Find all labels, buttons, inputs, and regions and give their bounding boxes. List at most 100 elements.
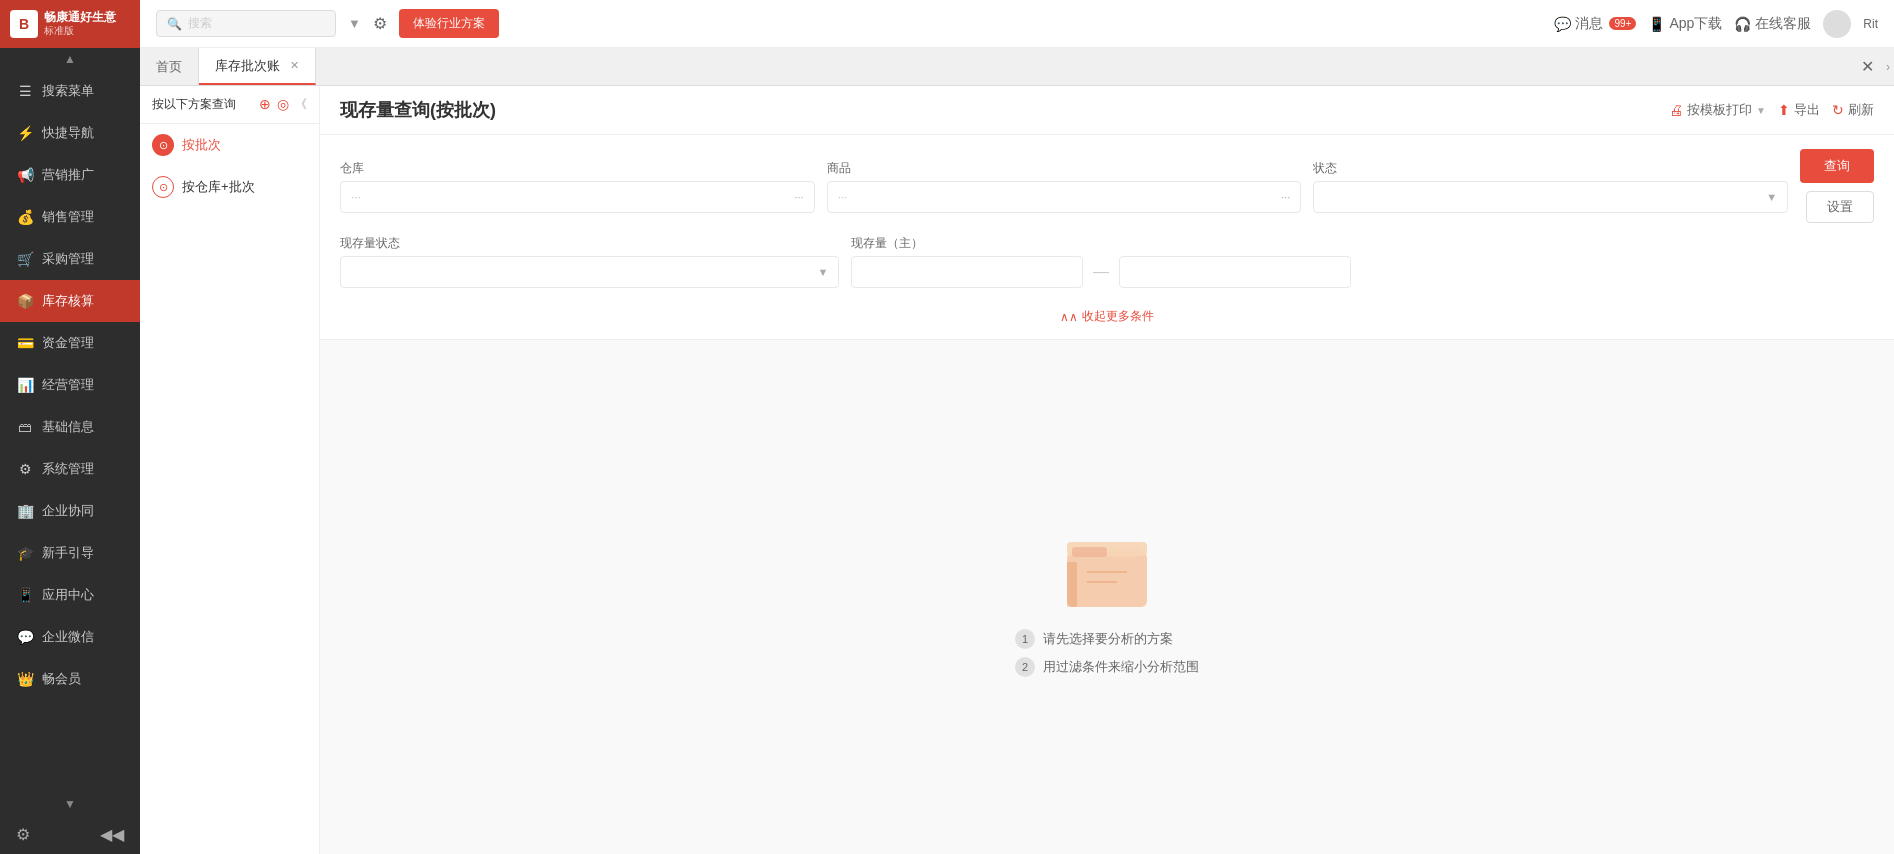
newbie-icon: 🎓 — [16, 545, 34, 561]
topbar-search-box[interactable]: 🔍 搜索 — [156, 10, 336, 37]
tab-inventory-batch[interactable]: 库存批次账 ✕ — [199, 48, 316, 85]
export-btn[interactable]: ⬆ 导出 — [1778, 101, 1820, 119]
query-button[interactable]: 查询 — [1800, 149, 1874, 183]
empty-state-svg — [1047, 517, 1167, 617]
scheme-batch-label: 按批次 — [182, 136, 221, 154]
inventory-status-select[interactable]: ▼ — [340, 256, 839, 288]
sidebar-item-apps[interactable]: 📱 应用中心 — [0, 574, 140, 616]
scheme-item-batch[interactable]: ⊙ 按批次 — [140, 124, 319, 166]
warehouse-more-icon[interactable]: ··· — [795, 191, 804, 203]
collapse-sidebar-icon[interactable]: ◀◀ — [100, 825, 124, 844]
topbar-dropdown-icon[interactable]: ▼ — [348, 16, 361, 31]
sidebar-item-label: 系统管理 — [42, 460, 94, 478]
print-dropdown-icon[interactable]: ▼ — [1756, 105, 1766, 116]
sidebar-item-purchase[interactable]: 🛒 采购管理 — [0, 238, 140, 280]
app-download-btn[interactable]: 📱 App下载 — [1648, 15, 1722, 33]
online-service-btn[interactable]: 🎧 在线客服 — [1734, 15, 1811, 33]
apps-icon: 📱 — [16, 587, 34, 603]
topbar: 🔍 搜索 ▼ ⚙ 体验行业方案 💬 消息 99+ 📱 App下载 🎧 在线客服 … — [140, 0, 1894, 48]
user-avatar[interactable] — [1823, 10, 1851, 38]
wechat-icon: 💬 — [16, 629, 34, 645]
empty-state: 1 请先选择要分析的方案 2 用过滤条件来缩小分析范围 — [320, 340, 1894, 854]
sidebar-item-label: 企业微信 — [42, 628, 94, 646]
page-header-actions: 🖨 按模板打印 ▼ ⬆ 导出 ↻ 刷新 — [1669, 101, 1874, 119]
scheme-panel-title: 按以下方案查询 — [152, 96, 236, 113]
scheme-item-warehouse-batch[interactable]: ⊙ 按仓库+批次 — [140, 166, 319, 208]
sidebar-item-enterprise[interactable]: 🏢 企业协同 — [0, 490, 140, 532]
topbar-gear-icon[interactable]: ⚙ — [373, 14, 387, 33]
sidebar-item-label: 库存核算 — [42, 292, 94, 310]
settings-button[interactable]: 设置 — [1806, 191, 1874, 223]
filter-warehouse: 仓库 ··· ··· — [340, 160, 815, 213]
panel-arrow-icon[interactable]: › — [1886, 60, 1890, 74]
current-qty-label: 现存量（主） — [851, 235, 1350, 252]
sidebar-scroll-up[interactable]: ▲ — [0, 48, 140, 70]
collapse-more-btn[interactable]: ∧∧ 收起更多条件 — [340, 300, 1874, 325]
sidebar-item-label: 基础信息 — [42, 418, 94, 436]
sidebar-item-basic[interactable]: 🗃 基础信息 — [0, 406, 140, 448]
page-header: 现存量查询(按批次) 🖨 按模板打印 ▼ ⬆ 导出 ↻ 刷新 — [320, 86, 1894, 135]
sidebar-item-wechat[interactable]: 💬 企业微信 — [0, 616, 140, 658]
experience-btn[interactable]: 体验行业方案 — [399, 9, 499, 38]
current-qty-min[interactable] — [851, 256, 1083, 288]
sidebar-item-label: 资金管理 — [42, 334, 94, 352]
messages-btn[interactable]: 💬 消息 99+ — [1554, 15, 1636, 33]
warehouse-input[interactable]: ··· ··· — [340, 181, 815, 213]
scheme-settings-icon[interactable]: ◎ — [277, 96, 289, 113]
status-dropdown-icon: ▼ — [1766, 191, 1777, 203]
empty-hint-2: 2 用过滤条件来缩小分析范围 — [1015, 657, 1199, 677]
quick-nav-icon: ⚡ — [16, 125, 34, 141]
page-title: 现存量查询(按批次) — [340, 98, 496, 122]
product-more-icon[interactable]: ··· — [1281, 191, 1290, 203]
tab-home[interactable]: 首页 — [140, 48, 199, 85]
online-service-label: 在线客服 — [1755, 15, 1811, 33]
sales-icon: 💰 — [16, 209, 34, 225]
sidebar-header: B 畅康通好生意 标准版 — [0, 0, 140, 48]
phone-icon: 📱 — [1648, 16, 1665, 32]
collapse-up-icon: ∧∧ — [1060, 310, 1078, 324]
app-title: 畅康通好生意 — [44, 10, 116, 24]
sidebar-item-finance[interactable]: 💳 资金管理 — [0, 322, 140, 364]
filter-status: 状态 ▼ — [1313, 160, 1788, 213]
product-input[interactable]: ··· ··· — [827, 181, 1302, 213]
print-label: 按模板打印 — [1687, 101, 1752, 119]
sidebar-item-inventory[interactable]: 📦 库存核算 — [0, 280, 140, 322]
filter-inventory-status: 现存量状态 ▼ — [340, 235, 839, 288]
filter-row-2: 现存量状态 ▼ 现存量（主） — — [340, 235, 1874, 288]
sidebar-item-label: 快捷导航 — [42, 124, 94, 142]
sidebar-item-operations[interactable]: 📊 经营管理 — [0, 364, 140, 406]
main-area: 🔍 搜索 ▼ ⚙ 体验行业方案 💬 消息 99+ 📱 App下载 🎧 在线客服 … — [140, 0, 1894, 854]
sidebar-scroll-down[interactable]: ▼ — [0, 793, 140, 815]
sidebar-item-label: 畅会员 — [42, 670, 81, 688]
panel-close-btn[interactable]: ✕ — [1849, 57, 1886, 76]
tab-home-label: 首页 — [156, 58, 182, 76]
member-icon: 👑 — [16, 671, 34, 687]
refresh-btn[interactable]: ↻ 刷新 — [1832, 101, 1874, 119]
sidebar-item-system[interactable]: ⚙ 系统管理 — [0, 448, 140, 490]
inventory-status-label: 现存量状态 — [340, 235, 839, 252]
export-icon: ⬆ — [1778, 102, 1790, 118]
sidebar-item-sales[interactable]: 💰 销售管理 — [0, 196, 140, 238]
settings-icon[interactable]: ⚙ — [16, 825, 30, 844]
status-select[interactable]: ▼ — [1313, 181, 1788, 213]
sidebar-item-newbie[interactable]: 🎓 新手引导 — [0, 532, 140, 574]
print-btn[interactable]: 🖨 按模板打印 ▼ — [1669, 101, 1766, 119]
sidebar-item-marketing[interactable]: 📢 营销推广 — [0, 154, 140, 196]
messages-label: 消息 — [1575, 15, 1603, 33]
messages-icon: 💬 — [1554, 16, 1571, 32]
sidebar-item-quick-nav[interactable]: ⚡ 快捷导航 — [0, 112, 140, 154]
warehouse-label: 仓库 — [340, 160, 815, 177]
scheme-active-icon: ⊙ — [152, 134, 174, 156]
add-scheme-icon[interactable]: ⊕ — [259, 96, 271, 113]
right-panel: 现存量查询(按批次) 🖨 按模板打印 ▼ ⬆ 导出 ↻ 刷新 — [320, 86, 1894, 854]
sidebar: B 畅康通好生意 标准版 ▲ ☰ 搜索菜单 ⚡ 快捷导航 📢 营销推广 💰 销售… — [0, 0, 140, 854]
tab-close-icon[interactable]: ✕ — [290, 59, 299, 72]
search-icon: ☰ — [16, 83, 34, 99]
collapse-label: 收起更多条件 — [1082, 308, 1154, 325]
sidebar-item-search[interactable]: ☰ 搜索菜单 — [0, 70, 140, 112]
scheme-collapse-icon[interactable]: 《 — [295, 96, 307, 113]
current-qty-max[interactable] — [1119, 256, 1351, 288]
tab-inventory-batch-label: 库存批次账 — [215, 57, 280, 75]
sidebar-item-member[interactable]: 👑 畅会员 — [0, 658, 140, 700]
filter-area: 仓库 ··· ··· 商品 ··· ··· 状态 — [320, 135, 1894, 340]
